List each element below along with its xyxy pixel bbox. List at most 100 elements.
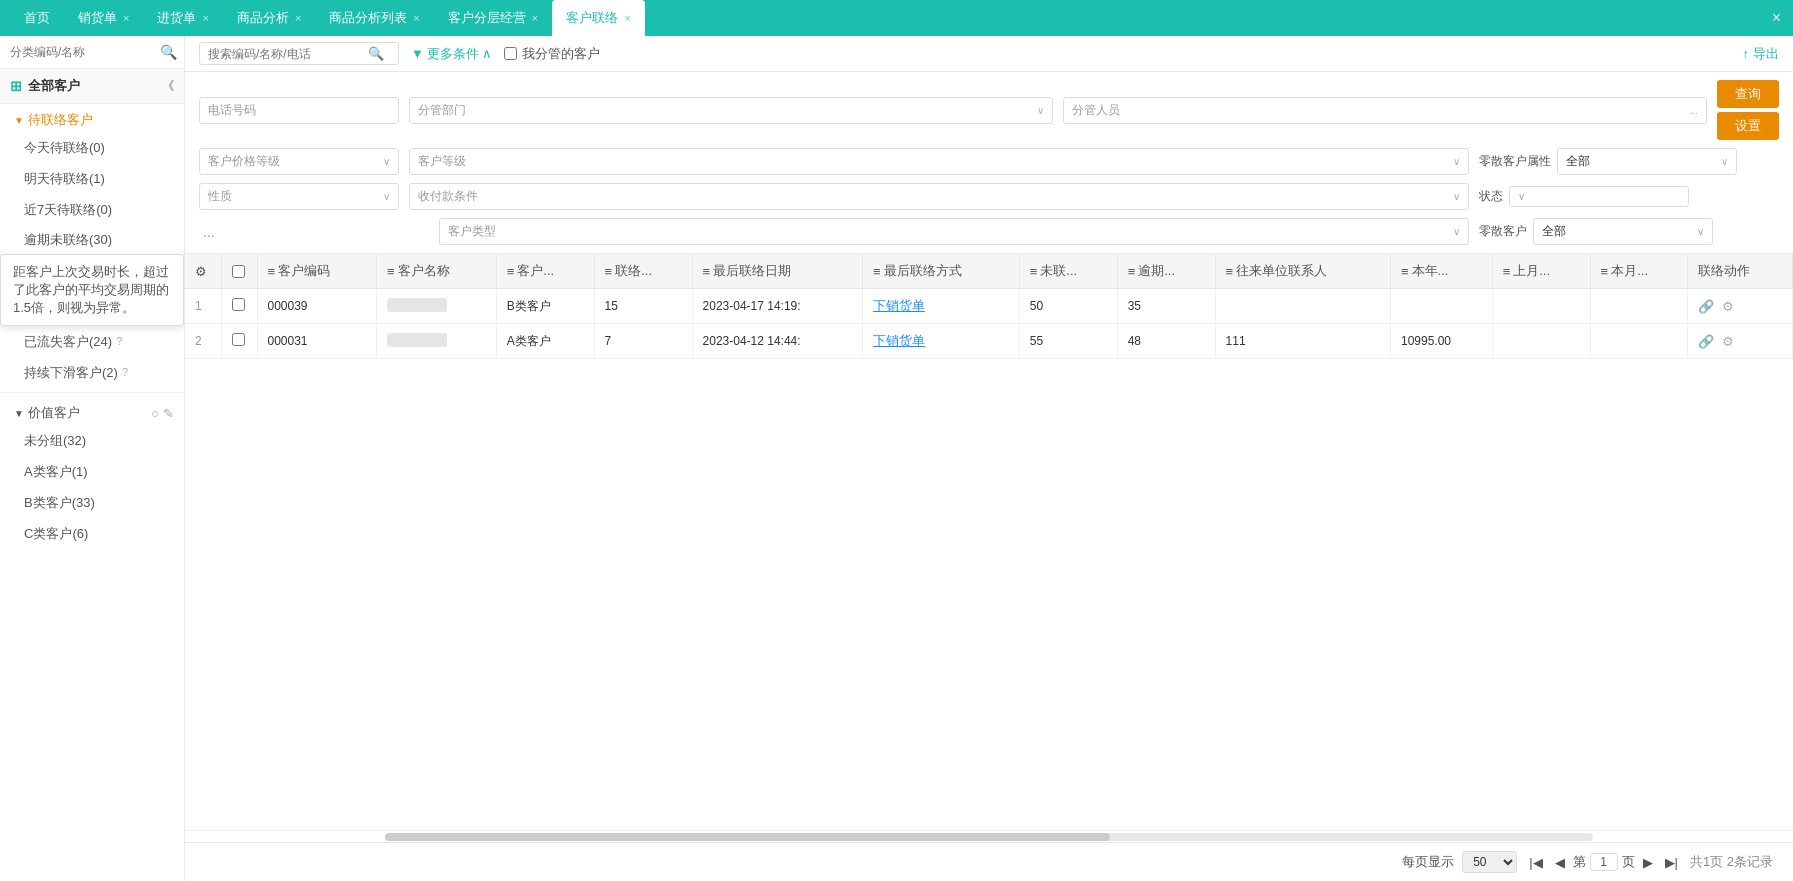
sidebar-item-today[interactable]: 今天待联络(0) bbox=[0, 133, 184, 164]
sort-icon[interactable]: ≡ bbox=[387, 264, 395, 279]
customer-table: ⚙ ≡ 客户编码 ≡ bbox=[185, 254, 1793, 359]
query-button[interactable]: 查询 bbox=[1717, 80, 1779, 108]
pagination-bar: 每页显示 50 20 100 |◀ ◀ 第 1 页 ▶ ▶| 共1页 2条记录 bbox=[185, 842, 1793, 881]
close-icon[interactable]: × bbox=[295, 12, 301, 24]
status-group: 状态 ∨ bbox=[1479, 186, 1779, 207]
grid-action-icon[interactable]: ⚙ bbox=[1722, 334, 1734, 349]
close-icon[interactable]: × bbox=[413, 12, 419, 24]
current-page-input[interactable]: 1 bbox=[1590, 853, 1618, 871]
sort-icon[interactable]: ≡ bbox=[507, 264, 515, 279]
sidebar-search-input[interactable] bbox=[10, 45, 160, 59]
retail-attr-field[interactable]: 全部 ∨ bbox=[1557, 148, 1737, 175]
sidebar-item-class-b[interactable]: B类客户(33) bbox=[0, 488, 184, 519]
select-all-checkbox[interactable] bbox=[232, 265, 245, 278]
nav-customer-contact[interactable]: 客户联络 × bbox=[552, 0, 644, 36]
adv-filter-row2: 客户价格等级 ∨ 客户等级 ∨ 零散客户属性 全部 ∨ bbox=[199, 148, 1779, 175]
sort-icon[interactable]: ≡ bbox=[605, 264, 613, 279]
circle-icon[interactable]: ○ bbox=[151, 406, 159, 421]
customer-grade-field[interactable]: 客户等级 ∨ bbox=[409, 148, 1469, 175]
nav-product-analysis-list[interactable]: 商品分析列表 × bbox=[315, 0, 433, 36]
grid-action-icon[interactable]: ⚙ bbox=[1722, 299, 1734, 314]
more-filters-button[interactable]: ... bbox=[203, 224, 215, 240]
all-customers-header[interactable]: ⊞ 全部客户 《 bbox=[0, 69, 184, 104]
row-checkbox[interactable] bbox=[221, 324, 257, 359]
close-icon[interactable]: × bbox=[202, 12, 208, 24]
pending-group-label[interactable]: ▼ 待联络客户 bbox=[0, 104, 184, 133]
person-field[interactable]: 分管人员 ... bbox=[1063, 97, 1707, 124]
sidebar-item-tomorrow[interactable]: 明天待联络(1) bbox=[0, 164, 184, 195]
last-contact-method[interactable]: 下销货单 bbox=[862, 289, 1019, 324]
more-conditions-button[interactable]: ▼ 更多条件 ∧ bbox=[411, 45, 492, 63]
export-button[interactable]: ↑ 导出 bbox=[1743, 45, 1780, 63]
sort-icon[interactable]: ≡ bbox=[873, 264, 881, 279]
gender-field[interactable]: 性质 ∨ bbox=[199, 183, 399, 210]
dept-field[interactable]: 分管部门 ∨ bbox=[409, 97, 1053, 124]
search-icon[interactable]: 🔍 bbox=[160, 44, 177, 60]
sort-icon[interactable]: ≡ bbox=[1128, 264, 1136, 279]
this-year-amount: 10995.00 bbox=[1390, 324, 1492, 359]
sidebar-item-overdue[interactable]: 逾期未联络(30) bbox=[0, 225, 184, 256]
checkbox-col-header[interactable] bbox=[221, 254, 257, 289]
last-page-button[interactable]: ▶| bbox=[1661, 853, 1682, 872]
sort-icon[interactable]: ≡ bbox=[1226, 264, 1234, 279]
nav-home[interactable]: 首页 bbox=[10, 0, 64, 36]
sort-icon[interactable]: ≡ bbox=[703, 264, 711, 279]
sidebar-item-class-a[interactable]: A类客户(1) bbox=[0, 457, 184, 488]
sort-icon[interactable]: ≡ bbox=[1601, 264, 1609, 279]
sort-icon[interactable]: ≡ bbox=[1401, 264, 1409, 279]
sidebar-item-lost[interactable]: 已流失客户(24) ? bbox=[0, 327, 184, 358]
contact-method-link[interactable]: 下销货单 bbox=[873, 333, 925, 348]
sidebar-item-ungroups[interactable]: 未分组(32) bbox=[0, 426, 184, 457]
settings-button[interactable]: 设置 bbox=[1717, 112, 1779, 140]
close-icon[interactable]: × bbox=[624, 12, 630, 24]
sidebar-item-class-c[interactable]: C类客户(6) bbox=[0, 519, 184, 550]
close-icon[interactable]: × bbox=[532, 12, 538, 24]
phone-field[interactable]: 电话号码 bbox=[199, 97, 399, 124]
status-field[interactable]: ∨ bbox=[1509, 186, 1689, 207]
row-checkbox[interactable] bbox=[221, 289, 257, 324]
prev-page-button[interactable]: ◀ bbox=[1551, 853, 1569, 872]
nav-product-analysis-label: 商品分析 bbox=[237, 9, 289, 27]
customer-search-input[interactable] bbox=[208, 47, 368, 61]
collapse-icon[interactable]: 《 bbox=[162, 78, 174, 95]
uncontacted-col-header: ≡ 未联... bbox=[1019, 254, 1117, 289]
scrollbar-thumb[interactable] bbox=[385, 833, 1110, 841]
sidebar-item-declining[interactable]: 持续下滑客户(2) ? bbox=[0, 358, 184, 389]
first-page-button[interactable]: |◀ bbox=[1525, 853, 1546, 872]
search-bar[interactable]: 🔍 bbox=[199, 42, 399, 65]
sort-icon[interactable]: ≡ bbox=[1030, 264, 1038, 279]
horizontal-scrollbar[interactable] bbox=[185, 830, 1793, 842]
class-b-label: B类客户(33) bbox=[24, 495, 95, 510]
retail-customer-field[interactable]: 全部 ∨ bbox=[1533, 218, 1713, 245]
sort-icon[interactable]: ≡ bbox=[268, 264, 276, 279]
today-contact-label: 今天待联络(0) bbox=[24, 140, 105, 155]
nav-purchase-order[interactable]: 进货单 × bbox=[143, 0, 222, 36]
nav-product-analysis[interactable]: 商品分析 × bbox=[223, 0, 315, 36]
link-icon[interactable]: 🔗 bbox=[1698, 299, 1714, 314]
payment-field[interactable]: 收付款条件 ∨ bbox=[409, 183, 1469, 210]
customer-type-field[interactable]: 客户类型 ∨ bbox=[439, 218, 1469, 245]
last-contact-method[interactable]: 下销货单 bbox=[862, 324, 1019, 359]
code-col-header: ≡ 客户编码 bbox=[257, 254, 377, 289]
price-grade-field[interactable]: 客户价格等级 ∨ bbox=[199, 148, 399, 175]
contact-method-link[interactable]: 下销货单 bbox=[873, 298, 925, 313]
nav-customer-segment[interactable]: 客户分层经营 × bbox=[434, 0, 552, 36]
close-all-tabs-button[interactable]: × bbox=[1772, 9, 1781, 27]
my-customers-check[interactable] bbox=[504, 47, 517, 60]
row-select-checkbox[interactable] bbox=[232, 298, 245, 311]
nav-sales-order[interactable]: 销货单 × bbox=[64, 0, 143, 36]
settings-col-header[interactable]: ⚙ bbox=[185, 254, 221, 289]
my-customers-checkbox[interactable]: 我分管的客户 bbox=[504, 45, 600, 63]
adv-filter-row1: 电话号码 分管部门 ∨ 分管人员 ... 查询 设置 bbox=[199, 80, 1779, 140]
close-icon[interactable]: × bbox=[123, 12, 129, 24]
per-page-select[interactable]: 50 20 100 bbox=[1462, 851, 1517, 873]
value-group-header[interactable]: ▼ 价值客户 ○ ✎ bbox=[0, 397, 184, 426]
row-select-checkbox[interactable] bbox=[232, 333, 245, 346]
next-page-button[interactable]: ▶ bbox=[1639, 853, 1657, 872]
edit-icon[interactable]: ✎ bbox=[163, 406, 174, 421]
sort-icon[interactable]: ≡ bbox=[1503, 264, 1511, 279]
link-icon[interactable]: 🔗 bbox=[1698, 334, 1714, 349]
sidebar-item-7days[interactable]: 近7天待联络(0) bbox=[0, 195, 184, 226]
action-col-header: 联络动作 bbox=[1688, 254, 1793, 289]
contact-person-col-header: ≡ 往来单位联系人 bbox=[1215, 254, 1390, 289]
